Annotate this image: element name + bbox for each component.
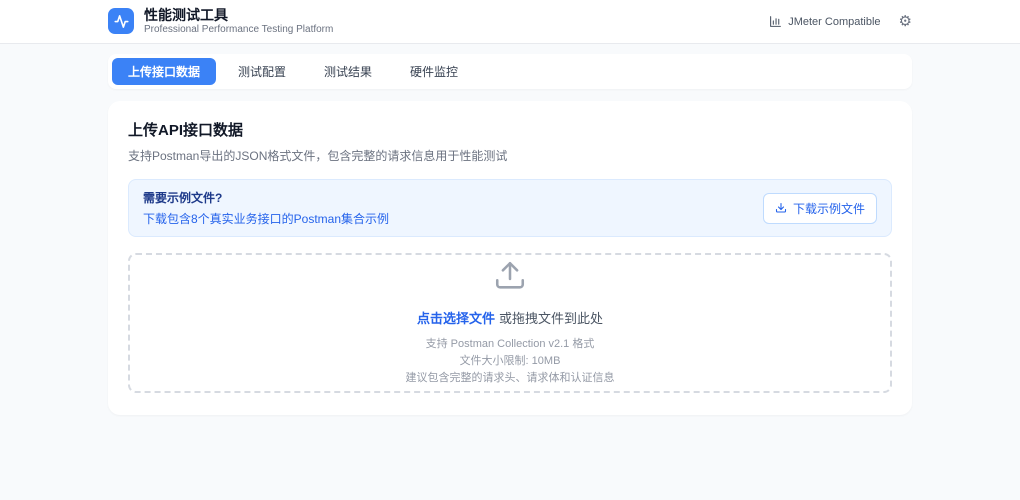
file-dropzone[interactable]: 点击选择文件 或拖拽文件到此处 支持 Postman Collection v2.… (128, 253, 892, 393)
brand: 性能测试工具 Professional Performance Testing … (108, 7, 333, 37)
brand-text: 性能测试工具 Professional Performance Testing … (144, 7, 333, 37)
hint-format: 支持 Postman Collection v2.1 格式 (425, 337, 595, 350)
hint-recommendation: 建议包含完整的请求头、请求体和认证信息 (405, 372, 615, 385)
app-header: 性能测试工具 Professional Performance Testing … (0, 0, 1020, 44)
download-icon (775, 202, 787, 213)
header-right: JMeter Compatible ⚙ (769, 14, 912, 29)
tab-hardware-monitor[interactable]: 硬件监控 (394, 58, 474, 85)
gear-icon[interactable]: ⚙ (899, 14, 912, 29)
card-subtitle: 支持Postman导出的JSON格式文件，包含完整的请求信息用于性能测试 (128, 149, 508, 163)
dropzone-main-line: 点击选择文件 或拖拽文件到此处 (417, 308, 603, 327)
main-container: 上传接口数据 测试配置 测试结果 硬件监控 上传API接口数据 支持Postma… (108, 54, 912, 415)
upload-icon (493, 259, 527, 298)
tab-bar: 上传接口数据 测试配置 测试结果 硬件监控 (108, 54, 912, 89)
banner-title: 需要示例文件? (143, 191, 223, 205)
tab-test-config[interactable]: 测试配置 (222, 58, 302, 85)
activity-pulse-icon (108, 8, 134, 35)
tab-test-results[interactable]: 测试结果 (308, 58, 388, 85)
drag-hint: 或拖拽文件到此处 (499, 310, 604, 326)
upload-card: 上传API接口数据 支持Postman导出的JSON格式文件，包含完整的请求信息… (108, 101, 912, 415)
card-title: 上传API接口数据 (128, 122, 244, 139)
choose-file-link[interactable]: 点击选择文件 (417, 311, 495, 326)
sample-file-banner: 需要示例文件? 下载包含8个真实业务接口的Postman集合示例 下载示例文件 (128, 179, 892, 237)
jmeter-compatible-badge: JMeter Compatible (769, 15, 881, 28)
app-subtitle: Professional Performance Testing Platfor… (144, 24, 334, 36)
bar-chart-icon (770, 16, 782, 27)
dropzone-hints: 支持 Postman Collection v2.1 格式 文件大小限制: 10… (406, 336, 615, 387)
download-sample-button[interactable]: 下载示例文件 (762, 192, 877, 224)
tab-upload-api-data[interactable]: 上传接口数据 (112, 58, 217, 85)
banner-description: 下载包含8个真实业务接口的Postman集合示例 (143, 212, 390, 226)
app-title: 性能测试工具 (144, 6, 228, 23)
banner-text: 需要示例文件? 下载包含8个真实业务接口的Postman集合示例 (143, 189, 389, 227)
download-sample-button-label: 下载示例文件 (792, 201, 865, 216)
jmeter-compatible-label: JMeter Compatible (788, 15, 881, 28)
hint-size-limit: 文件大小限制: 10MB (459, 354, 561, 367)
